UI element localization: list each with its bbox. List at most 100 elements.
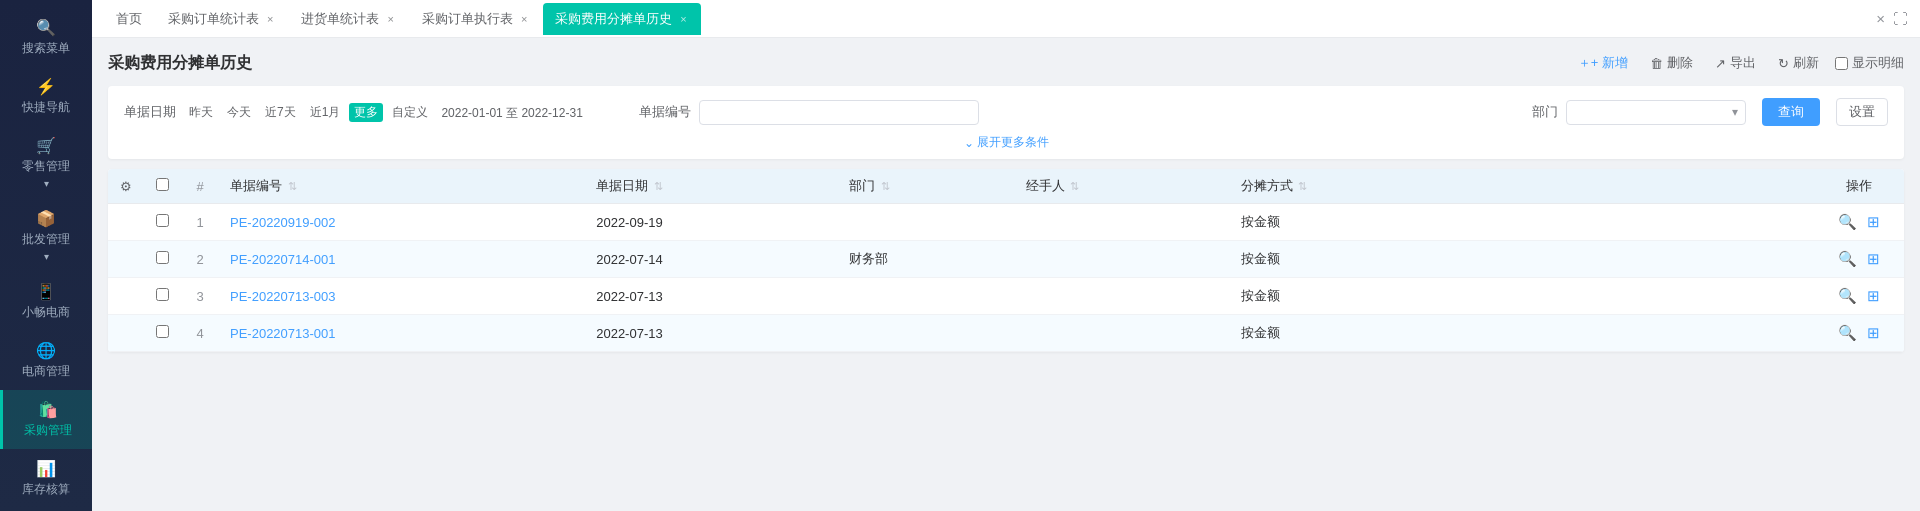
expand-row: ⌄ 展开更多条件 (124, 134, 1888, 151)
sidebar-item-ecommerce[interactable]: 🌐 电商管理 (0, 331, 92, 390)
chevron-down-icon: ▾ (44, 178, 49, 189)
table-row: 3 PE-20220713-003 2022-07-13 按金额 🔍 ⊞ (108, 278, 1904, 315)
view-icon[interactable]: 🔍 (1836, 285, 1859, 307)
tab-bar: 首页 采购订单统计表 × 进货单统计表 × 采购订单执行表 × 采购费用分摊单历… (92, 0, 1920, 38)
search-button[interactable]: 查询 (1762, 98, 1820, 126)
sidebar-item-retail[interactable]: 🛒 零售管理 ▾ (0, 126, 92, 199)
row-checkbox[interactable] (156, 214, 169, 227)
doc-no-input[interactable] (699, 100, 979, 125)
expand-conditions-button[interactable]: ⌄ 展开更多条件 (964, 134, 1049, 151)
date-btn-more[interactable]: 更多 (349, 103, 383, 122)
row-checkbox[interactable] (156, 251, 169, 264)
close-icon[interactable]: × (519, 12, 529, 26)
chevron-down-icon: ▾ (44, 251, 49, 262)
dept-column-header[interactable]: 部门 ⇅ (839, 169, 1016, 204)
sidebar-item-wholesale[interactable]: 📦 批发管理 ▾ (0, 199, 92, 272)
date-shortcuts: 昨天 今天 近7天 近1月 更多 自定义 (184, 103, 433, 122)
export-button[interactable]: ↗ 导出 (1709, 50, 1762, 76)
row-dept-cell: 财务部 (839, 241, 1016, 278)
row-num-cell: 4 (180, 315, 220, 352)
checkbox-column-header (144, 169, 180, 204)
row-checkbox[interactable] (156, 288, 169, 301)
toolbar: ＋ + 新增 🗑 删除 ↗ 导出 ↻ 刷新 显示明细 (1572, 50, 1904, 76)
tab-inbound-stat[interactable]: 进货单统计表 × (289, 3, 407, 35)
row-checkbox[interactable] (156, 325, 169, 338)
tab-purchase-order-exec[interactable]: 采购订单执行表 × (410, 3, 541, 35)
row-doc-date-cell: 2022-07-13 (586, 315, 839, 352)
close-window-icon[interactable]: × (1876, 10, 1885, 27)
sidebar-item-search[interactable]: 🔍 搜索菜单 (0, 8, 92, 67)
purchase-icon: 🛍️ (38, 400, 58, 419)
close-icon[interactable]: × (678, 12, 688, 26)
detail-icon[interactable]: ⊞ (1865, 211, 1882, 233)
doc-no-link[interactable]: PE-20220919-002 (230, 215, 336, 230)
setting-button[interactable]: 设置 (1836, 98, 1888, 126)
view-icon[interactable]: 🔍 (1836, 248, 1859, 270)
date-field: 单据日期 昨天 今天 近7天 近1月 更多 自定义 (124, 103, 433, 122)
wholesale-icon: 📦 (36, 209, 56, 228)
export-icon: ↗ (1715, 56, 1726, 71)
refresh-button[interactable]: ↻ 刷新 (1772, 50, 1825, 76)
row-checkbox-cell (144, 278, 180, 315)
row-num-cell: 2 (180, 241, 220, 278)
row-action-cell: 🔍 ⊞ (1814, 204, 1904, 241)
show-columns-checkbox[interactable] (1835, 57, 1848, 70)
date-btn-custom[interactable]: 自定义 (387, 103, 433, 122)
delete-button[interactable]: 🗑 删除 (1644, 50, 1699, 76)
doc-no-column-header[interactable]: 单据编号 ⇅ (220, 169, 586, 204)
view-icon[interactable]: 🔍 (1836, 322, 1859, 344)
table-row: 4 PE-20220713-001 2022-07-13 按金额 🔍 ⊞ (108, 315, 1904, 352)
dept-wrapper: 财务部 ▾ (1566, 100, 1746, 125)
sidebar-item-mini[interactable]: 📱 小畅电商 (0, 272, 92, 331)
tab-home[interactable]: 首页 (104, 3, 154, 35)
row-handler-cell (1016, 204, 1231, 241)
add-icon: ＋ (1578, 54, 1591, 72)
doc-no-link[interactable]: PE-20220713-003 (230, 289, 336, 304)
table-header-row: ⚙ # 单据编号 ⇅ 单据日期 ⇅ (108, 169, 1904, 204)
date-range-text: 2022-01-01 至 2022-12-31 (441, 105, 582, 122)
split-method-column-header[interactable]: 分摊方式 ⇅ (1231, 169, 1814, 204)
sidebar-item-inventory[interactable]: 📊 库存核算 (0, 449, 92, 508)
dept-select[interactable]: 财务部 (1566, 100, 1746, 125)
row-split-method-cell: 按金额 (1231, 204, 1814, 241)
ecommerce-icon: 🌐 (36, 341, 56, 360)
detail-icon[interactable]: ⊞ (1865, 322, 1882, 344)
view-icon[interactable]: 🔍 (1836, 211, 1859, 233)
tab-purchase-order-stat[interactable]: 采购订单统计表 × (156, 3, 287, 35)
close-icon[interactable]: × (385, 12, 395, 26)
row-doc-date-cell: 2022-09-19 (586, 204, 839, 241)
row-split-method-cell: 按金额 (1231, 278, 1814, 315)
add-button[interactable]: ＋ + 新增 (1572, 50, 1634, 76)
date-btn-7days[interactable]: 近7天 (260, 103, 301, 122)
close-icon[interactable]: × (265, 12, 275, 26)
row-doc-no-cell: PE-20220919-002 (220, 204, 586, 241)
sidebar-item-shortcut[interactable]: ⚡ 快捷导航 (0, 67, 92, 126)
handler-column-header[interactable]: 经手人 ⇅ (1016, 169, 1231, 204)
doc-no-link[interactable]: PE-20220714-001 (230, 252, 336, 267)
tab-purchase-cost-hist[interactable]: 采购费用分摊单历史 × (543, 3, 700, 35)
doc-no-link[interactable]: PE-20220713-001 (230, 326, 336, 341)
row-gear-cell (108, 241, 144, 278)
search-icon: 🔍 (36, 18, 56, 37)
date-btn-1month[interactable]: 近1月 (305, 103, 346, 122)
search-area: 单据日期 昨天 今天 近7天 近1月 更多 自定义 2022-01-01 至 2… (108, 86, 1904, 159)
date-range-display: 2022-01-01 至 2022-12-31 (441, 103, 582, 122)
sort-icon: ⇅ (654, 180, 663, 192)
date-btn-yesterday[interactable]: 昨天 (184, 103, 218, 122)
select-all-checkbox[interactable] (156, 178, 169, 191)
sidebar-item-purchase[interactable]: 🛍️ 采购管理 (0, 390, 92, 449)
detail-icon[interactable]: ⊞ (1865, 285, 1882, 307)
tab-bar-actions: × ⛶ (1876, 10, 1908, 27)
fullscreen-icon[interactable]: ⛶ (1893, 10, 1908, 27)
row-action-cell: 🔍 ⊞ (1814, 241, 1904, 278)
doc-date-column-header[interactable]: 单据日期 ⇅ (586, 169, 839, 204)
row-doc-no-cell: PE-20220713-001 (220, 315, 586, 352)
action-column-header: 操作 (1814, 169, 1904, 204)
show-columns-checkbox-label[interactable]: 显示明细 (1835, 54, 1904, 72)
detail-icon[interactable]: ⊞ (1865, 248, 1882, 270)
gear-column-header[interactable]: ⚙ (108, 169, 144, 204)
num-column-header: # (180, 169, 220, 204)
table-row: 2 PE-20220714-001 2022-07-14 财务部 按金额 🔍 ⊞ (108, 241, 1904, 278)
row-doc-date-cell: 2022-07-13 (586, 278, 839, 315)
date-btn-today[interactable]: 今天 (222, 103, 256, 122)
